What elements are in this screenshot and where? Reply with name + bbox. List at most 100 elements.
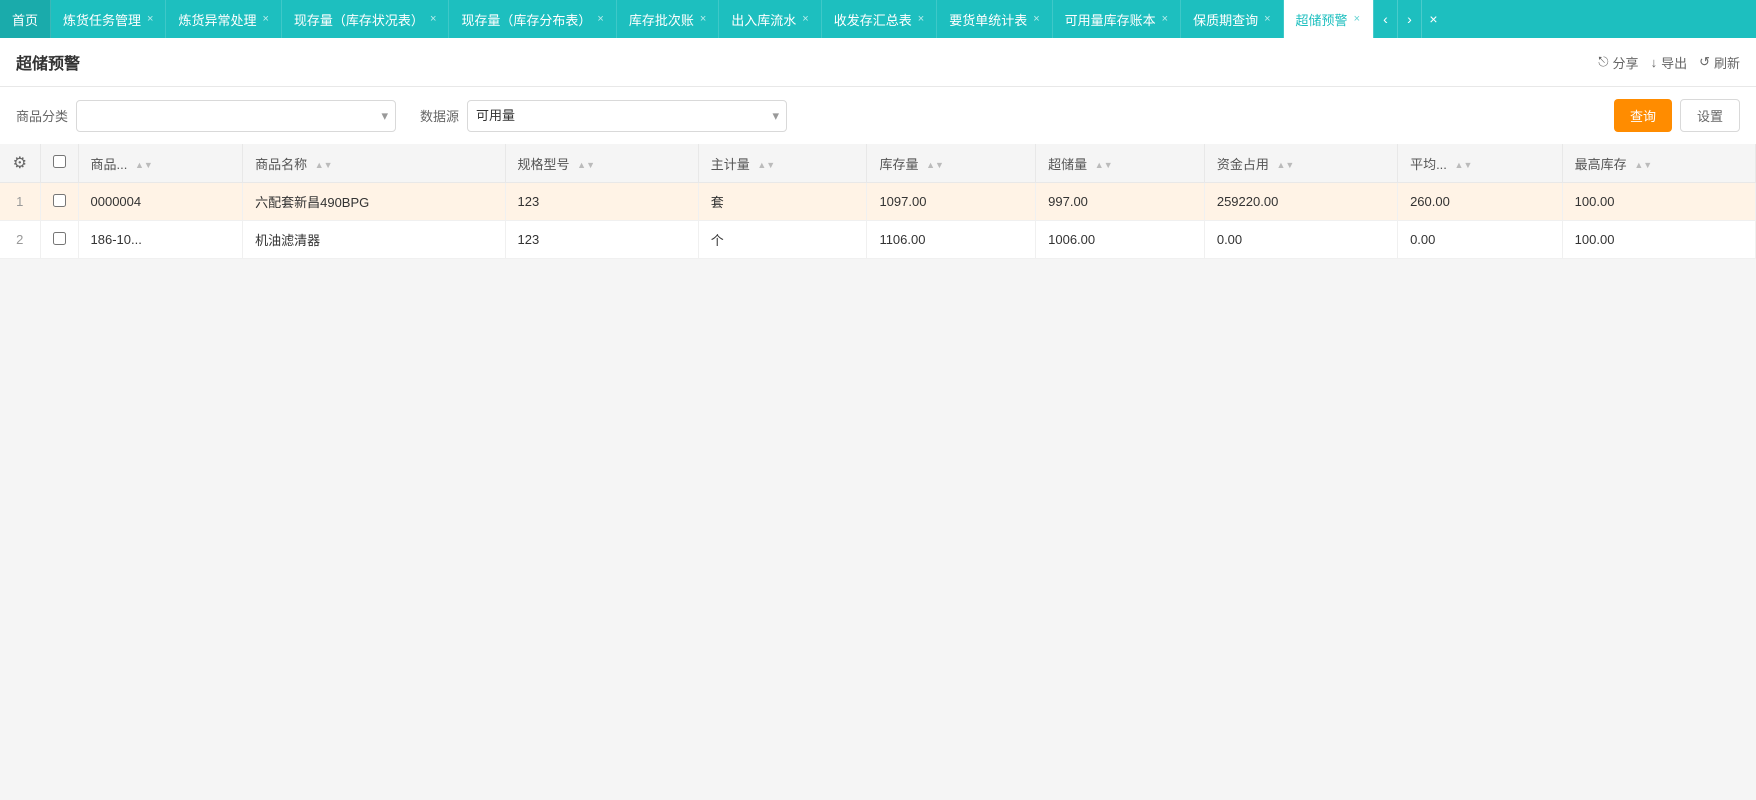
table-container: ⚙ 商品... ▲▼ 商品名称 ▲▼ 规格型号 ▲▼ — [0, 144, 1756, 259]
query-button[interactable]: 查询 — [1614, 99, 1672, 132]
sort-spec-icon: ▲▼ — [577, 161, 595, 170]
col-product-name[interactable]: 商品名称 ▲▼ — [243, 144, 505, 183]
nav-item-available-account[interactable]: 可用量库存账本 × — [1053, 0, 1181, 38]
page-container: 超储预警 ⎋ 分享 ↓ 导出 ↺ 刷新 商品分类 — [0, 38, 1756, 259]
close-task-mgmt[interactable]: × — [147, 13, 153, 25]
top-navigation: 首页 炼货任务管理 × 炼货异常处理 × 现存量（库存状况表） × 现存量（库存… — [0, 0, 1756, 38]
cell-stock: 1097.00 — [867, 183, 1036, 221]
cell-stock: 1106.00 — [867, 221, 1036, 259]
col-spec[interactable]: 规格型号 ▲▼ — [505, 144, 698, 183]
close-in-out-flow[interactable]: × — [802, 13, 808, 25]
col-product-code[interactable]: 商品... ▲▼ — [78, 144, 243, 183]
share-button[interactable]: ⎋ 分享 — [1598, 53, 1638, 72]
sort-avg-icon: ▲▼ — [1455, 161, 1473, 170]
cell-capital: 0.00 — [1204, 221, 1397, 259]
category-filter: 商品分类 — [16, 100, 396, 132]
sort-capital-icon: ▲▼ — [1276, 161, 1294, 170]
datasource-label: 数据源 — [420, 106, 459, 125]
cell-overstock: 997.00 — [1036, 183, 1205, 221]
nav-item-expiry-query[interactable]: 保质期查询 × — [1181, 0, 1283, 38]
cell-product-name: 六配套新昌490BPG — [243, 183, 505, 221]
nav-item-collect-summary[interactable]: 收发存汇总表 × — [822, 0, 937, 38]
cell-unit: 套 — [698, 183, 867, 221]
nav-arrow-more[interactable]: × — [1421, 0, 1445, 38]
export-button[interactable]: ↓ 导出 — [1651, 53, 1688, 72]
row-num: 1 — [0, 183, 40, 221]
nav-item-home[interactable]: 首页 — [0, 0, 51, 38]
cell-capital: 259220.00 — [1204, 183, 1397, 221]
close-abnormal[interactable]: × — [262, 13, 268, 25]
cell-max-stock: 100.00 — [1562, 221, 1755, 259]
col-avg[interactable]: 平均... ▲▼ — [1398, 144, 1563, 183]
row-num: 2 — [0, 221, 40, 259]
sort-product-code-icon: ▲▼ — [135, 161, 153, 170]
category-label: 商品分类 — [16, 106, 68, 125]
nav-item-overstock-warning[interactable]: 超储预警 × — [1284, 0, 1373, 38]
row-checkbox[interactable] — [53, 232, 66, 245]
col-settings: ⚙ — [0, 144, 40, 183]
datasource-select-wrapper: 可用量 库存量 — [467, 100, 787, 132]
page-header: 超储预警 ⎋ 分享 ↓ 导出 ↺ 刷新 — [0, 38, 1756, 87]
share-icon: ⎋ — [1598, 54, 1608, 70]
col-checkbox — [40, 144, 78, 183]
data-table: ⚙ 商品... ▲▼ 商品名称 ▲▼ 规格型号 ▲▼ — [0, 144, 1756, 259]
table-body: 1 0000004 六配套新昌490BPG 123 套 1097.00 997.… — [0, 183, 1756, 259]
row-checkbox-cell — [40, 183, 78, 221]
export-icon: ↓ — [1651, 55, 1658, 70]
nav-item-order-stats[interactable]: 要货单统计表 × — [937, 0, 1052, 38]
cell-spec: 123 — [505, 183, 698, 221]
nav-item-task-mgmt[interactable]: 炼货任务管理 × — [51, 0, 166, 38]
refresh-icon: ↺ — [1699, 54, 1710, 70]
select-all-checkbox[interactable] — [53, 155, 66, 168]
sort-unit-icon: ▲▼ — [757, 161, 775, 170]
category-select[interactable] — [76, 100, 396, 132]
nav-item-abnormal[interactable]: 炼货异常处理 × — [166, 0, 281, 38]
sort-product-name-icon: ▲▼ — [315, 161, 333, 170]
close-inventory-status[interactable]: × — [430, 13, 436, 25]
nav-arrow-right[interactable]: › — [1397, 0, 1421, 38]
close-inventory-dist[interactable]: × — [597, 13, 603, 25]
header-actions: ⎋ 分享 ↓ 导出 ↺ 刷新 — [1598, 53, 1740, 72]
category-select-wrapper — [76, 100, 396, 132]
filter-actions: 查询 设置 — [1614, 99, 1740, 132]
col-stock[interactable]: 库存量 ▲▼ — [867, 144, 1036, 183]
datasource-filter: 数据源 可用量 库存量 — [420, 100, 787, 132]
close-overstock-warning[interactable]: × — [1354, 13, 1360, 25]
cell-unit: 个 — [698, 221, 867, 259]
cell-avg: 0.00 — [1398, 221, 1563, 259]
row-checkbox[interactable] — [53, 194, 66, 207]
table-header-row: ⚙ 商品... ▲▼ 商品名称 ▲▼ 规格型号 ▲▼ — [0, 144, 1756, 183]
nav-item-batch-account[interactable]: 库存批次账 × — [617, 0, 719, 38]
table-row: 2 186-10... 机油滤清器 123 个 1106.00 1006.00 … — [0, 221, 1756, 259]
col-max-stock[interactable]: 最高库存 ▲▼ — [1562, 144, 1755, 183]
cell-product-code: 186-10... — [78, 221, 243, 259]
cell-spec: 123 — [505, 221, 698, 259]
nav-item-in-out-flow[interactable]: 出入库流水 × — [719, 0, 821, 38]
close-batch-account[interactable]: × — [700, 13, 706, 25]
close-expiry-query[interactable]: × — [1264, 13, 1270, 25]
nav-item-inventory-dist[interactable]: 现存量（库存分布表） × — [449, 0, 616, 38]
settings-button[interactable]: 设置 — [1680, 99, 1740, 132]
col-capital[interactable]: 资金占用 ▲▼ — [1204, 144, 1397, 183]
close-available-account[interactable]: × — [1162, 13, 1168, 25]
row-checkbox-cell — [40, 221, 78, 259]
filter-row: 商品分类 数据源 可用量 库存量 查询 设置 — [0, 87, 1756, 144]
gear-icon[interactable]: ⚙ — [13, 155, 27, 172]
sort-overstock-icon: ▲▼ — [1095, 161, 1113, 170]
cell-product-code: 0000004 — [78, 183, 243, 221]
sort-stock-icon: ▲▼ — [926, 161, 944, 170]
cell-max-stock: 100.00 — [1562, 183, 1755, 221]
nav-arrow-left[interactable]: ‹ — [1373, 0, 1397, 38]
col-unit[interactable]: 主计量 ▲▼ — [698, 144, 867, 183]
cell-overstock: 1006.00 — [1036, 221, 1205, 259]
cell-product-name: 机油滤清器 — [243, 221, 505, 259]
page-title: 超储预警 — [16, 50, 80, 74]
sort-max-stock-icon: ▲▼ — [1634, 161, 1652, 170]
refresh-button[interactable]: ↺ 刷新 — [1699, 53, 1740, 72]
close-order-stats[interactable]: × — [1033, 13, 1039, 25]
nav-item-inventory-status[interactable]: 现存量（库存状况表） × — [282, 0, 449, 38]
datasource-select[interactable]: 可用量 库存量 — [467, 100, 787, 132]
close-collect-summary[interactable]: × — [918, 13, 924, 25]
col-overstock[interactable]: 超储量 ▲▼ — [1036, 144, 1205, 183]
cell-avg: 260.00 — [1398, 183, 1563, 221]
